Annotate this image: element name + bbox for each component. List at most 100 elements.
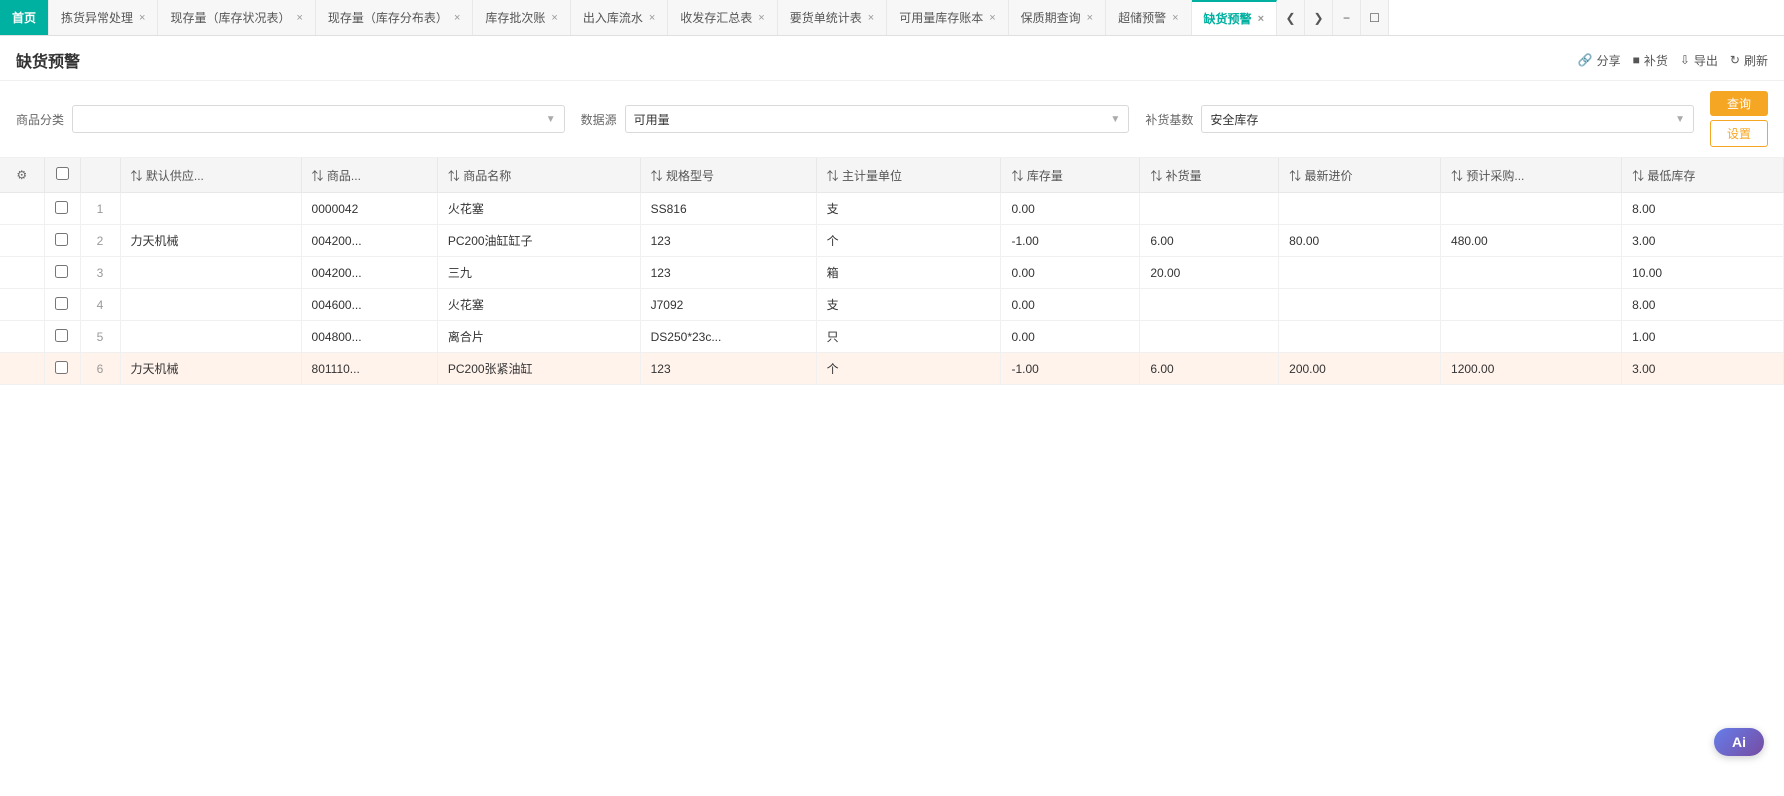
- row-est-purchase-cell: 480.00: [1441, 225, 1622, 257]
- table-row: 6力天机械801110...PC200张紧油缸123个-1.006.00200.…: [0, 353, 1784, 385]
- row-check-cell[interactable]: [44, 353, 80, 385]
- col-product-code: ⇅ 商品...: [301, 158, 437, 193]
- row-check-cell[interactable]: [44, 257, 80, 289]
- row-supplier-cell: [120, 321, 301, 353]
- sort-icon: ⇅: [827, 169, 839, 183]
- tab-batch-account-close[interactable]: ×: [551, 12, 557, 24]
- tab-inventory-dist-label: 现存量（库存分布表）: [328, 9, 448, 26]
- row-check-cell[interactable]: [44, 225, 80, 257]
- ai-button[interactable]: Ai: [1714, 728, 1764, 756]
- tab-order-stat-close[interactable]: ×: [868, 12, 874, 24]
- export-button[interactable]: ⇩ 导出: [1680, 52, 1718, 69]
- tab-inventory-status-close[interactable]: ×: [296, 12, 302, 24]
- sort-icon: ⇅: [1289, 169, 1301, 183]
- col-replenish-qty: ⇅ 补货量: [1140, 158, 1279, 193]
- share-button[interactable]: 🔗 分享: [1578, 52, 1621, 69]
- col-supplier: ⇅ 默认供应...: [120, 158, 301, 193]
- row-replenish-qty-cell: 20.00: [1140, 257, 1279, 289]
- replenish-select[interactable]: 安全库存 ▼: [1201, 105, 1694, 133]
- category-select[interactable]: ▼: [72, 105, 565, 133]
- row-product-name-cell: PC200油缸缸子: [437, 225, 640, 257]
- sort-icon: ⇅: [312, 169, 324, 183]
- row-check-cell[interactable]: [44, 321, 80, 353]
- row-stock-cell: -1.00: [1001, 225, 1140, 257]
- row-checkbox[interactable]: [55, 361, 68, 374]
- tab-batch-account-label: 库存批次账: [485, 9, 545, 26]
- tab-shortage[interactable]: 缺货预警 ×: [1192, 0, 1277, 35]
- settings-button[interactable]: 设置: [1710, 120, 1768, 147]
- table-row: 5004800...离合片DS250*23c...只0.001.00: [0, 321, 1784, 353]
- row-num-cell: 2: [80, 225, 120, 257]
- datasource-value: 可用量: [634, 111, 670, 128]
- row-unit-cell: 只: [816, 321, 1001, 353]
- row-checkbox[interactable]: [55, 329, 68, 342]
- row-check-cell[interactable]: [44, 193, 80, 225]
- row-spec-cell: J7092: [640, 289, 816, 321]
- row-replenish-qty-cell: 6.00: [1140, 225, 1279, 257]
- row-checkbox[interactable]: [55, 297, 68, 310]
- category-filter: 商品分类 ▼: [16, 105, 565, 133]
- tab-maximize[interactable]: ☐: [1361, 0, 1389, 35]
- tab-abnormal[interactable]: 拣货异常处理 ×: [49, 0, 158, 35]
- row-spec-cell: DS250*23c...: [640, 321, 816, 353]
- row-min-stock-cell: 3.00: [1622, 225, 1784, 257]
- row-est-purchase-cell: [1441, 193, 1622, 225]
- replenish-button[interactable]: ■ 补货: [1633, 52, 1668, 69]
- row-checkbox[interactable]: [55, 201, 68, 214]
- tab-inout-flow-label: 出入库流水: [583, 9, 643, 26]
- tab-order-stat[interactable]: 要货单统计表 ×: [778, 0, 887, 35]
- replenish-label: 补货基数: [1145, 111, 1193, 128]
- tab-home-label: 首页: [12, 9, 36, 26]
- row-min-stock-cell: 10.00: [1622, 257, 1784, 289]
- row-product-code-cell: 004200...: [301, 257, 437, 289]
- tab-minimize[interactable]: −: [1333, 0, 1361, 35]
- tab-overstock-close[interactable]: ×: [1172, 12, 1178, 24]
- row-checkbox[interactable]: [55, 233, 68, 246]
- row-replenish-qty-cell: [1140, 193, 1279, 225]
- row-check-cell[interactable]: [44, 289, 80, 321]
- row-latest-price-cell: [1279, 321, 1441, 353]
- select-all-checkbox[interactable]: [56, 167, 69, 180]
- tab-inventory-dist-close[interactable]: ×: [454, 12, 460, 24]
- row-checkbox[interactable]: [55, 265, 68, 278]
- tab-expiry[interactable]: 保质期查询 ×: [1009, 0, 1106, 35]
- datasource-select[interactable]: 可用量 ▼: [625, 105, 1130, 133]
- row-spec-cell: 123: [640, 257, 816, 289]
- tab-nav-prev[interactable]: ❮: [1277, 0, 1305, 35]
- tab-expiry-close[interactable]: ×: [1087, 12, 1093, 24]
- refresh-button[interactable]: ↻ 刷新: [1730, 52, 1768, 69]
- row-min-stock-cell: 8.00: [1622, 193, 1784, 225]
- row-product-code-cell: 004600...: [301, 289, 437, 321]
- row-gear-cell: [0, 257, 44, 289]
- share-icon: 🔗: [1578, 53, 1593, 67]
- row-num-cell: 6: [80, 353, 120, 385]
- tab-nav-next[interactable]: ❯: [1305, 0, 1333, 35]
- row-unit-cell: 箱: [816, 257, 1001, 289]
- tab-home[interactable]: 首页: [0, 0, 49, 35]
- row-num-cell: 5: [80, 321, 120, 353]
- tab-collect-send-close[interactable]: ×: [758, 12, 764, 24]
- tab-inout-flow-close[interactable]: ×: [649, 12, 655, 24]
- tab-abnormal-close[interactable]: ×: [139, 12, 145, 24]
- row-product-name-cell: 离合片: [437, 321, 640, 353]
- row-product-name-cell: PC200张紧油缸: [437, 353, 640, 385]
- main-content: 缺货预警 🔗 分享 ■ 补货 ⇩ 导出 ↻ 刷新 商品分类: [0, 36, 1784, 796]
- tab-inout-flow[interactable]: 出入库流水 ×: [571, 0, 668, 35]
- table-row: 2力天机械004200...PC200油缸缸子123个-1.006.0080.0…: [0, 225, 1784, 257]
- tab-batch-account[interactable]: 库存批次账 ×: [473, 0, 570, 35]
- tab-overstock[interactable]: 超储预警 ×: [1106, 0, 1191, 35]
- refresh-icon: ↻: [1730, 53, 1740, 67]
- table-row: 4004600...火花塞J7092支0.008.00: [0, 289, 1784, 321]
- ai-label: Ai: [1732, 734, 1746, 750]
- tab-inventory-dist[interactable]: 现存量（库存分布表） ×: [316, 0, 473, 35]
- tab-inventory-status[interactable]: 现存量（库存状况表） ×: [158, 0, 315, 35]
- tab-bar: 首页 拣货异常处理 × 现存量（库存状况表） × 现存量（库存分布表） × 库存…: [0, 0, 1784, 36]
- tab-available-ledger[interactable]: 可用量库存账本 ×: [887, 0, 1008, 35]
- datasource-arrow-icon: ▼: [1110, 114, 1120, 125]
- gear-icon[interactable]: ⚙: [13, 166, 31, 184]
- tab-collect-send[interactable]: 收发存汇总表 ×: [668, 0, 777, 35]
- tab-available-ledger-close[interactable]: ×: [989, 12, 995, 24]
- query-button[interactable]: 查询: [1710, 91, 1768, 116]
- sort-icon: ⇅: [448, 169, 460, 183]
- tab-shortage-close[interactable]: ×: [1258, 13, 1264, 25]
